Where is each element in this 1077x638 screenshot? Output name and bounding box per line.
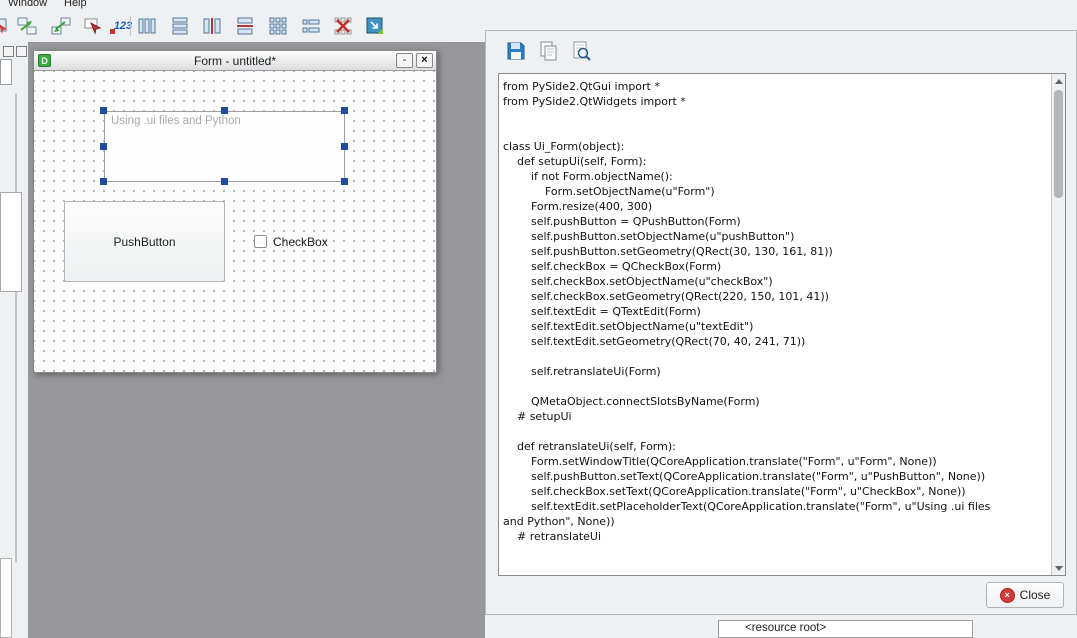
adjust-size-icon (364, 15, 386, 37)
checkbox-widget[interactable]: CheckBox (254, 221, 355, 262)
layout-vertical-icon (169, 15, 191, 37)
edit-buddies-icon (50, 15, 72, 37)
layout-vertical-splitter-icon (234, 15, 256, 37)
save-icon (505, 40, 527, 62)
code-scrollbar[interactable] (1051, 74, 1065, 575)
scroll-thumb[interactable] (1054, 90, 1063, 198)
selection-handle[interactable] (341, 107, 348, 114)
find-icon (570, 40, 592, 62)
textedit-widget[interactable]: Using .ui files and Python (104, 111, 345, 182)
edit-tab-order-button[interactable] (80, 13, 106, 39)
break-layout-button[interactable] (330, 13, 356, 39)
layout-vertical-splitter-button[interactable] (232, 13, 258, 39)
adjust-size-button[interactable] (362, 13, 388, 39)
mdi-area: D Form - untitled* - × Using .ui files a… (28, 42, 485, 638)
qt-designer-screen: Window Help (0, 0, 1077, 638)
code-frame[interactable]: from PySide2.QtGui import * from PySide2… (498, 73, 1066, 576)
dock-panel-fragment (0, 192, 22, 292)
window-minimize-button[interactable]: - (396, 53, 413, 68)
dock-panel-fragment (0, 558, 12, 638)
layout-form-icon (300, 15, 322, 37)
layout-form-button[interactable] (298, 13, 324, 39)
menu-item-help[interactable]: Help (64, 0, 87, 9)
selection-handle[interactable] (221, 107, 228, 114)
dock-filter-input[interactable] (0, 59, 12, 85)
tab-order-button[interactable]: 123 (110, 13, 136, 39)
pushbutton-widget[interactable]: PushButton (64, 201, 225, 282)
edit-buddies-button[interactable] (48, 13, 74, 39)
close-circle-icon: × (1000, 588, 1015, 603)
down-arrow-icon (1055, 566, 1063, 571)
resource-root-label: <resource root> (745, 622, 826, 634)
form-designer-window: D Form - untitled* - × Using .ui files a… (33, 50, 437, 373)
find-button[interactable] (568, 38, 594, 64)
resource-root-item[interactable]: <resource root> (718, 620, 973, 638)
window-close-button[interactable]: × (416, 53, 433, 68)
selection-handle[interactable] (341, 178, 348, 185)
break-layout-icon (332, 15, 354, 37)
form-window-title: Form - untitled* (34, 54, 436, 68)
code-text[interactable]: from PySide2.QtGui import * from PySide2… (503, 79, 1048, 573)
copy-icon (538, 40, 560, 62)
pushbutton-label: PushButton (113, 235, 175, 249)
selection-handle[interactable] (100, 143, 107, 150)
resource-browser-panel: <resource root> (485, 615, 1077, 638)
toolbar-separator (130, 16, 131, 36)
form-titlebar[interactable]: D Form - untitled* - × (34, 51, 436, 71)
checkbox-indicator[interactable] (254, 235, 267, 248)
layout-horizontal-splitter-button[interactable] (199, 13, 225, 39)
dock-scrollbar[interactable] (15, 94, 17, 562)
close-button-label: Close (1020, 588, 1051, 602)
layout-vertically-button[interactable] (167, 13, 193, 39)
menu-item-window[interactable]: Window (8, 0, 47, 9)
textedit-placeholder: Using .ui files and Python (111, 115, 241, 127)
layout-grid-button[interactable] (265, 13, 291, 39)
layout-horizontally-button[interactable] (134, 13, 160, 39)
edit-widgets-icon (0, 15, 10, 37)
edit-widgets-button[interactable] (0, 13, 12, 39)
selection-handle[interactable] (100, 107, 107, 114)
code-preview-dialog: from PySide2.QtGui import * from PySide2… (485, 30, 1077, 615)
dialog-close-button[interactable]: × Close (986, 582, 1064, 608)
dock-float-button[interactable] (3, 46, 14, 57)
left-dock-panel (0, 42, 28, 638)
tab-order-marker-icon (110, 29, 115, 34)
scroll-up-button[interactable] (1052, 74, 1065, 88)
menubar: Window Help (0, 0, 1077, 10)
edit-connections-icon (82, 15, 104, 37)
layout-grid-icon (267, 15, 289, 37)
dock-close-button[interactable] (16, 46, 27, 57)
checkbox-label: CheckBox (273, 235, 328, 249)
form-canvas[interactable]: Using .ui files and Python PushButton Ch… (34, 71, 436, 372)
layout-horizontal-splitter-icon (201, 15, 223, 37)
layout-horizontal-icon (136, 15, 158, 37)
selection-handle[interactable] (341, 143, 348, 150)
save-button[interactable] (503, 38, 529, 64)
edit-signals-slots-button[interactable] (14, 13, 40, 39)
up-arrow-icon (1055, 79, 1063, 84)
selection-handle[interactable] (221, 178, 228, 185)
scroll-down-button[interactable] (1052, 561, 1065, 575)
copy-button[interactable] (536, 38, 562, 64)
edit-signals-slots-icon (16, 15, 38, 37)
selection-handle[interactable] (100, 178, 107, 185)
